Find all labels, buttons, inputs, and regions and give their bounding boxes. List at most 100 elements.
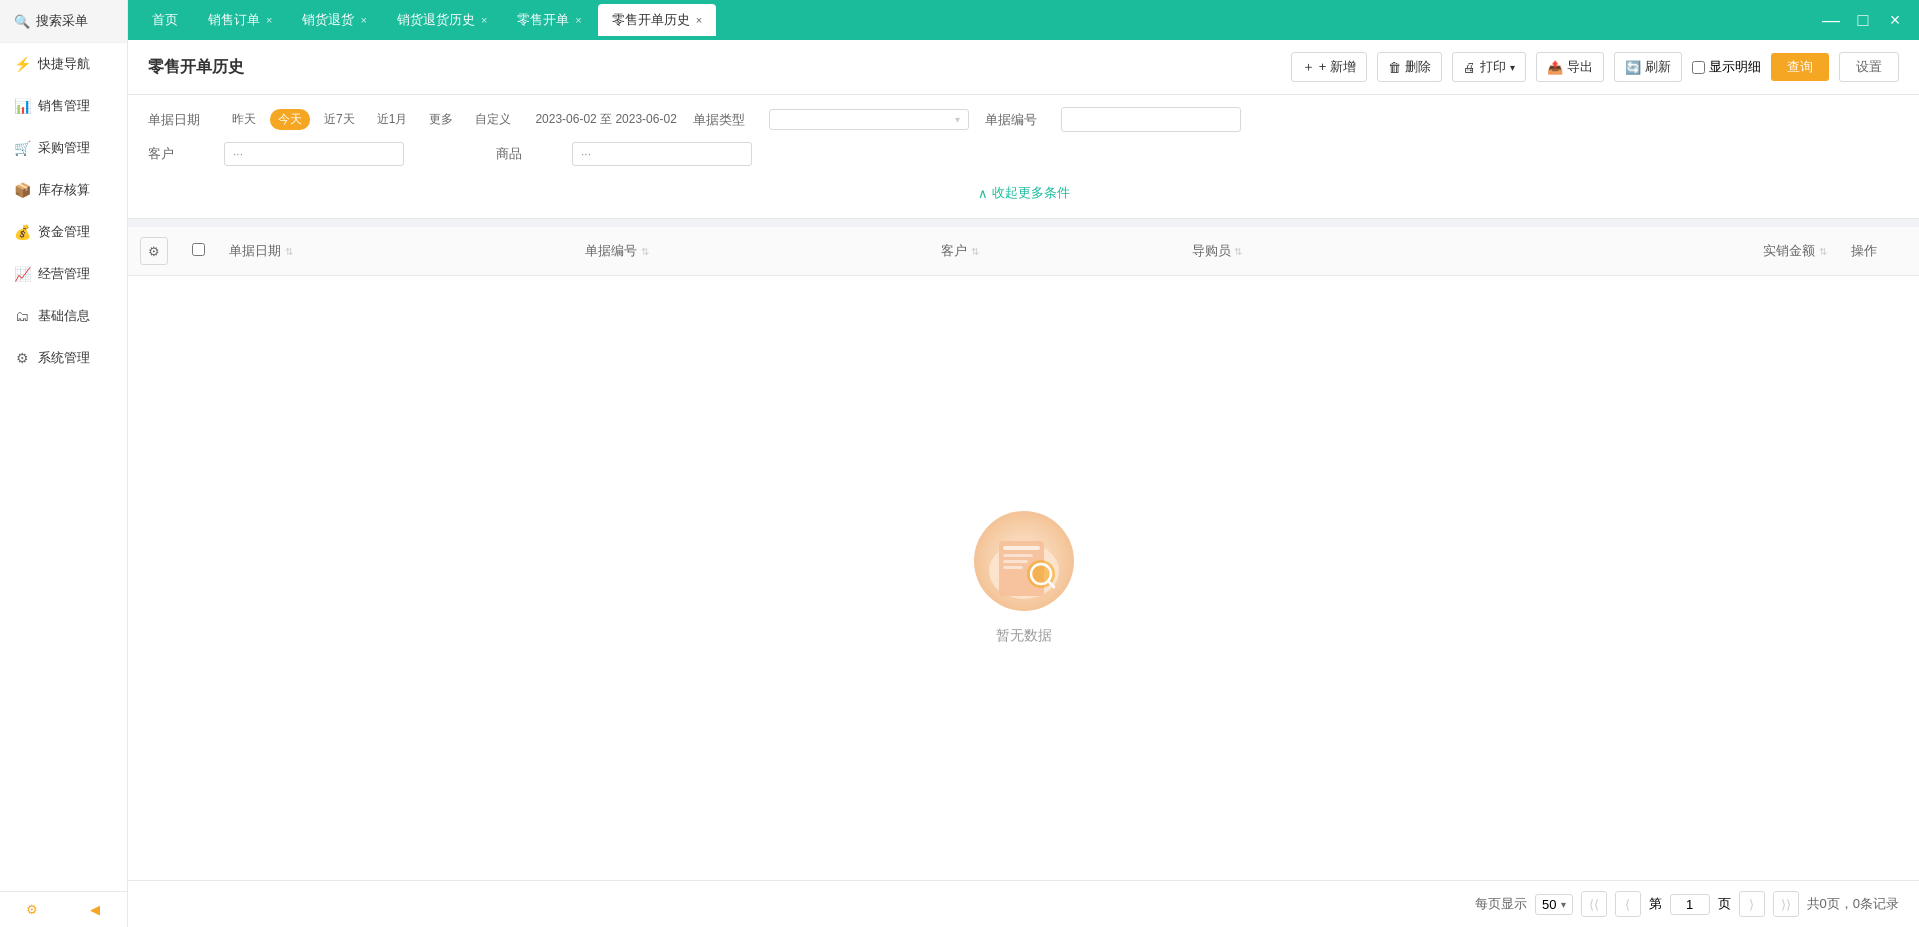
export-icon: 📤 bbox=[1547, 60, 1563, 75]
collapse-button[interactable]: ∧ 收起更多条件 bbox=[970, 180, 1078, 206]
date-btn-more[interactable]: 更多 bbox=[421, 109, 461, 130]
th-guide-label: 导购员 bbox=[1192, 243, 1231, 258]
tab-sales-return-close[interactable]: × bbox=[360, 14, 366, 26]
sidebar-item-kuaijie[interactable]: ⚡ 快捷导航 bbox=[0, 43, 127, 85]
goods-input[interactable]: ··· bbox=[572, 142, 752, 166]
kucun-icon: 📦 bbox=[14, 182, 30, 198]
restore-button[interactable]: □ bbox=[1849, 6, 1877, 34]
svg-rect-3 bbox=[1003, 554, 1033, 557]
tab-sales-return-history[interactable]: 销货退货历史 × bbox=[383, 4, 501, 36]
sidebar-search[interactable]: 🔍 搜索采单 bbox=[0, 0, 127, 43]
page-number-input[interactable] bbox=[1670, 894, 1710, 915]
date-btn-last-month[interactable]: 近1月 bbox=[369, 109, 416, 130]
sidebar-item-label: 销售管理 bbox=[38, 97, 90, 115]
tab-home-label: 首页 bbox=[152, 11, 178, 29]
sidebar-item-xitong[interactable]: ⚙ 系统管理 bbox=[0, 337, 127, 379]
date-btn-last7[interactable]: 近7天 bbox=[316, 109, 363, 130]
goods-placeholder: ··· bbox=[581, 147, 743, 161]
xiaoshou-icon: 📊 bbox=[14, 98, 30, 114]
show-detail-checkbox[interactable] bbox=[1692, 61, 1705, 74]
refresh-button[interactable]: 🔄 刷新 bbox=[1614, 52, 1682, 82]
tab-sales-return[interactable]: 销货退货 × bbox=[288, 4, 380, 36]
sidebar-item-label: 资金管理 bbox=[38, 223, 90, 241]
svg-rect-5 bbox=[1003, 566, 1023, 569]
first-page-button[interactable]: ⟨⟨ bbox=[1581, 891, 1607, 917]
close-button[interactable]: × bbox=[1881, 6, 1909, 34]
tab-retail-open[interactable]: 零售开单 × bbox=[503, 4, 595, 36]
page-unit: 页 bbox=[1718, 895, 1731, 913]
export-button[interactable]: 📤 导出 bbox=[1536, 52, 1604, 82]
th-date: 单据日期 ⇅ bbox=[217, 227, 573, 276]
sidebar-item-zijin[interactable]: 💰 资金管理 bbox=[0, 211, 127, 253]
date-btn-yesterday[interactable]: 昨天 bbox=[224, 109, 264, 130]
empty-state: 暂无数据 bbox=[128, 276, 1919, 880]
tab-retail-open-close[interactable]: × bbox=[575, 14, 581, 26]
delete-button[interactable]: 🗑 删除 bbox=[1377, 52, 1442, 82]
print-icon: 🖨 bbox=[1463, 60, 1476, 75]
filter-row-2: 客户 ··· 商品 ··· bbox=[148, 142, 1899, 166]
query-button[interactable]: 查询 bbox=[1771, 53, 1829, 81]
sidebar-item-jingying[interactable]: 📈 经营管理 bbox=[0, 253, 127, 295]
customer-input[interactable]: ··· bbox=[224, 142, 404, 166]
tab-sales-return-history-close[interactable]: × bbox=[481, 14, 487, 26]
chevron-down-icon: ▾ bbox=[955, 114, 960, 125]
tab-sales-order-label: 销售订单 bbox=[208, 11, 260, 29]
sort-guide-icon[interactable]: ⇅ bbox=[1234, 246, 1242, 257]
sidebar-item-label: 采购管理 bbox=[38, 139, 90, 157]
date-btn-custom[interactable]: 自定义 bbox=[467, 109, 519, 130]
settings-button[interactable]: 设置 bbox=[1839, 52, 1899, 82]
tab-home[interactable]: 首页 bbox=[138, 4, 192, 36]
tab-retail-history[interactable]: 零售开单历史 × bbox=[598, 4, 716, 36]
page-size-dropdown-icon: ▾ bbox=[1561, 899, 1566, 910]
sidebar-item-xiaoshou[interactable]: 📊 销售管理 bbox=[0, 85, 127, 127]
empty-icon bbox=[974, 511, 1074, 611]
sidebar: 🔍 搜索采单 ⚡ 快捷导航 📊 销售管理 🛒 采购管理 📦 库存核算 💰 资金管… bbox=[0, 0, 128, 927]
doc-type-select[interactable]: ▾ bbox=[769, 109, 969, 130]
tab-sales-order[interactable]: 销售订单 × bbox=[194, 4, 286, 36]
print-button[interactable]: 🖨 打印 ▾ bbox=[1452, 52, 1526, 82]
kuaijie-icon: ⚡ bbox=[14, 56, 30, 72]
tab-sales-return-history-label: 销货退货历史 bbox=[397, 11, 475, 29]
filter-area: 单据日期 昨天 今天 近7天 近1月 更多 自定义 2023-06-02 至 2… bbox=[128, 95, 1919, 219]
filter-row-1: 单据日期 昨天 今天 近7天 近1月 更多 自定义 2023-06-02 至 2… bbox=[148, 107, 1899, 132]
date-btn-today[interactable]: 今天 bbox=[270, 109, 310, 130]
next-page-button[interactable]: ⟩ bbox=[1739, 891, 1765, 917]
sidebar-settings-button[interactable]: ⚙ bbox=[0, 892, 64, 927]
sort-amount-icon[interactable]: ⇅ bbox=[1819, 246, 1827, 257]
last-page-button[interactable]: ⟩⟩ bbox=[1773, 891, 1799, 917]
table-settings-button[interactable]: ⚙ bbox=[140, 237, 168, 265]
zijin-icon: 💰 bbox=[14, 224, 30, 240]
tab-sales-return-label: 销货退货 bbox=[302, 11, 354, 29]
page-size-select[interactable]: 50 ▾ bbox=[1535, 894, 1572, 915]
prev-page-button[interactable]: ⟨ bbox=[1615, 891, 1641, 917]
svg-rect-2 bbox=[1003, 546, 1040, 550]
add-icon: ＋ bbox=[1302, 58, 1315, 76]
jingying-icon: 📈 bbox=[14, 266, 30, 282]
sort-date-icon[interactable]: ⇅ bbox=[285, 246, 293, 257]
pagination: 每页显示 50 ▾ ⟨⟨ ⟨ 第 页 ⟩ ⟩⟩ 共0页，0条记录 bbox=[128, 880, 1919, 927]
sidebar-item-caigou[interactable]: 🛒 采购管理 bbox=[0, 127, 127, 169]
sidebar-item-jichu[interactable]: 🗂 基础信息 bbox=[0, 295, 127, 337]
tab-sales-order-close[interactable]: × bbox=[266, 14, 272, 26]
th-amount: 实销金额 ⇅ bbox=[1483, 227, 1839, 276]
per-page-label: 每页显示 bbox=[1475, 895, 1527, 913]
th-guide: 导购员 ⇅ bbox=[1180, 227, 1483, 276]
th-amount-label: 实销金额 bbox=[1763, 243, 1815, 258]
add-button[interactable]: ＋ + 新增 bbox=[1291, 52, 1367, 82]
tab-retail-history-close[interactable]: × bbox=[696, 14, 702, 26]
total-info: 共0页，0条记录 bbox=[1807, 895, 1899, 913]
sort-customer-icon[interactable]: ⇅ bbox=[971, 246, 979, 257]
select-all-checkbox[interactable] bbox=[192, 243, 205, 256]
sidebar-collapse-button[interactable]: ◀ bbox=[64, 892, 128, 927]
minimize-button[interactable]: — bbox=[1817, 6, 1845, 34]
th-settings: ⚙ bbox=[128, 227, 180, 276]
show-detail-checkbox-wrap[interactable]: 显示明细 bbox=[1692, 58, 1761, 76]
th-customer: 客户 ⇅ bbox=[929, 227, 1179, 276]
th-date-label: 单据日期 bbox=[229, 243, 281, 258]
sidebar-item-kucun[interactable]: 📦 库存核算 bbox=[0, 169, 127, 211]
sidebar-item-label: 快捷导航 bbox=[38, 55, 90, 73]
window-controls: — □ × bbox=[1817, 6, 1909, 34]
tab-retail-open-label: 零售开单 bbox=[517, 11, 569, 29]
doc-no-input[interactable] bbox=[1061, 107, 1241, 132]
sort-no-icon[interactable]: ⇅ bbox=[641, 246, 649, 257]
